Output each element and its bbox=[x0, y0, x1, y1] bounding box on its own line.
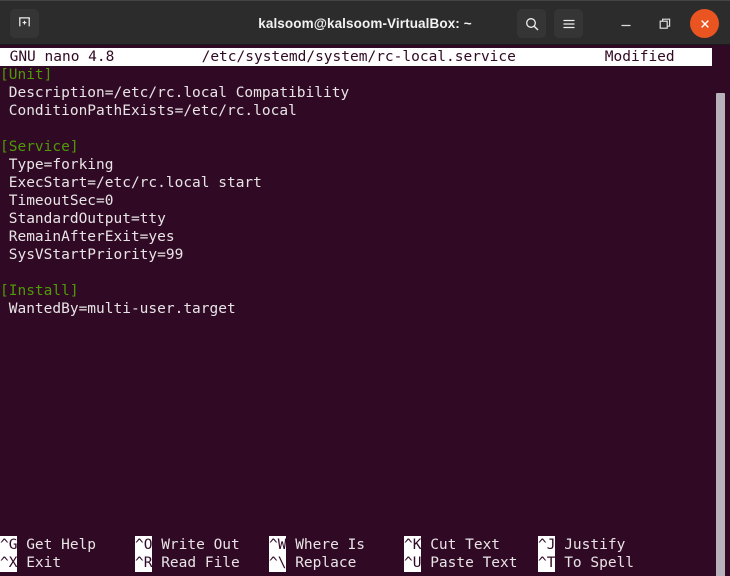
editor-line: RemainAfterExit=yes bbox=[0, 229, 175, 245]
new-terminal-glyph bbox=[19, 17, 30, 27]
editor-line: StandardOutput=tty bbox=[0, 211, 166, 227]
shortcut-label: Paste Text bbox=[421, 555, 518, 571]
shortcut-key: ^\ bbox=[269, 554, 287, 572]
editor-line: [Service] bbox=[0, 139, 79, 155]
terminal-scrollbar-thumb[interactable] bbox=[716, 93, 725, 576]
terminal-content[interactable]: GNU nano 4.8 /etc/systemd/system/rc-loca… bbox=[0, 45, 730, 576]
nano-header-bar: GNU nano 4.8 /etc/systemd/system/rc-loca… bbox=[0, 48, 712, 66]
shortcut-key: ^X bbox=[0, 554, 18, 572]
shortcut-label: Cut Text bbox=[421, 537, 501, 553]
editor-line: Description=/etc/rc.local Compatibility bbox=[0, 85, 350, 101]
shortcut-entry[interactable]: ^G Get Help bbox=[0, 536, 96, 554]
shortcut-label: Exit bbox=[17, 555, 62, 571]
shortcut-entry[interactable]: ^W Where Is bbox=[269, 536, 365, 554]
shortcut-key: ^R bbox=[135, 554, 153, 572]
new-terminal-icon[interactable] bbox=[10, 9, 39, 38]
editor-line: [Unit] bbox=[0, 67, 53, 83]
shortcut-entry[interactable]: ^\ Replace bbox=[269, 554, 365, 572]
search-glyph bbox=[525, 17, 538, 30]
shortcut-entry[interactable]: ^T To Spell bbox=[538, 554, 634, 572]
shortcut-key: ^T bbox=[538, 554, 556, 572]
shortcut-key: ^J bbox=[538, 536, 556, 554]
nano-shortcut-bar: ^G Get Help ^X Exit ^O Write Out ^R Read Fi… bbox=[0, 536, 730, 576]
shortcut-label: Where Is bbox=[286, 537, 366, 553]
shortcut-column: ^W Where Is ^\ Replace bbox=[269, 536, 365, 576]
nano-modified-status: Modified bbox=[604, 49, 675, 65]
editor-line: TimeoutSec=0 bbox=[0, 193, 114, 209]
shortcut-entry[interactable]: ^U Paste Text bbox=[404, 554, 518, 572]
shortcut-key: ^G bbox=[0, 536, 18, 554]
editor-line: ExecStart=/etc/rc.local start bbox=[0, 175, 262, 191]
window-titlebar[interactable]: kalsoom@kalsoom-VirtualBox: ~ bbox=[0, 0, 730, 45]
shortcut-key: ^W bbox=[269, 536, 287, 554]
shortcut-entry[interactable]: ^R Read File bbox=[135, 554, 240, 572]
close-glyph bbox=[700, 19, 709, 28]
editor-line: [Install] bbox=[0, 283, 79, 299]
editor-line: WantedBy=multi-user.target bbox=[0, 301, 236, 317]
minimize-icon[interactable] bbox=[611, 9, 640, 38]
editor-line: Type=forking bbox=[0, 157, 114, 173]
shortcut-label: Write Out bbox=[152, 537, 240, 553]
shortcut-column: ^K Cut Text ^U Paste Text bbox=[404, 536, 518, 576]
shortcut-label: Replace bbox=[286, 555, 357, 571]
shortcut-label: To Spell bbox=[555, 555, 635, 571]
hamburger-glyph bbox=[562, 19, 575, 28]
shortcut-column: ^O Write Out ^R Read File bbox=[135, 536, 240, 576]
nano-filepath-label: /etc/systemd/system/rc-local.service bbox=[201, 49, 516, 65]
shortcut-entry[interactable]: ^O Write Out bbox=[135, 536, 240, 554]
search-icon[interactable] bbox=[517, 9, 546, 38]
maximize-glyph bbox=[659, 18, 670, 29]
editor-line: ConditionPathExists=/etc/rc.local bbox=[0, 103, 297, 119]
shortcut-label: Justify bbox=[555, 537, 626, 553]
shortcut-entry[interactable]: ^X Exit bbox=[0, 554, 96, 572]
terminal-window: kalsoom@kalsoom-VirtualBox: ~ GNU nano 4… bbox=[0, 0, 730, 576]
shortcut-entry[interactable]: ^J Justify bbox=[538, 536, 634, 554]
maximize-restore-icon[interactable] bbox=[650, 9, 679, 38]
shortcut-column: ^G Get Help ^X Exit bbox=[0, 536, 96, 576]
shortcut-entry[interactable]: ^K Cut Text bbox=[404, 536, 518, 554]
editor-line: SysVStartPriority=99 bbox=[0, 247, 184, 263]
nano-version-label: GNU nano 4.8 bbox=[9, 49, 115, 65]
nano-editor-buffer[interactable]: [Unit] Description=/etc/rc.local Compati… bbox=[0, 66, 712, 536]
minimize-glyph bbox=[620, 24, 631, 26]
close-icon[interactable] bbox=[690, 9, 719, 38]
shortcut-key: ^U bbox=[404, 554, 422, 572]
hamburger-menu-icon[interactable] bbox=[554, 9, 583, 38]
shortcut-key: ^K bbox=[404, 536, 422, 554]
shortcut-column: ^J Justify ^T To Spell bbox=[538, 536, 634, 576]
shortcut-key: ^O bbox=[135, 536, 153, 554]
shortcut-label: Get Help bbox=[17, 537, 97, 553]
shortcut-label: Read File bbox=[152, 555, 240, 571]
